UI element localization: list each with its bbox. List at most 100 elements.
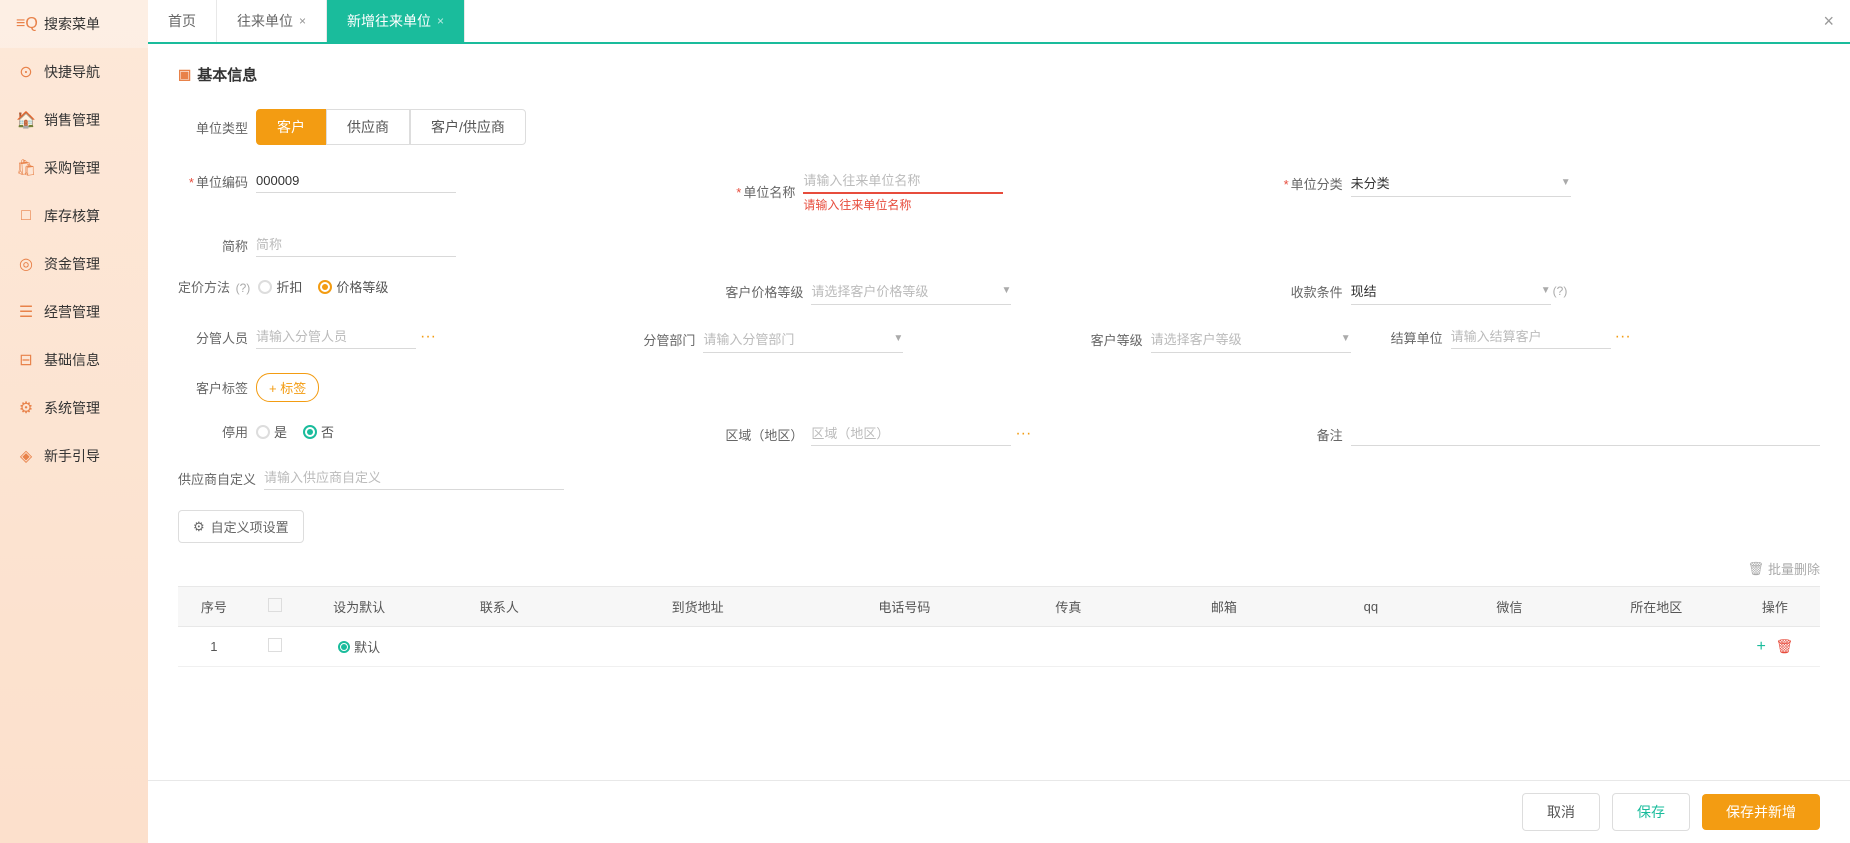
tab-bar: 首页 往来单位 × 新增往来单位 × × bbox=[148, 0, 1850, 44]
save-new-button[interactable]: 保存并新增 bbox=[1702, 794, 1820, 830]
col-default: 设为默认 bbox=[301, 587, 417, 627]
row-delete-button[interactable]: 🗑 bbox=[1775, 638, 1793, 654]
payment-help-icon[interactable]: (?) bbox=[1553, 284, 1568, 298]
tag-label: 客户标签 bbox=[178, 378, 248, 397]
system-icon: ⚙ bbox=[16, 398, 36, 418]
dept-select[interactable]: 请输入分管部门 ▼ bbox=[703, 325, 903, 353]
sidebar-item-system[interactable]: ⚙ 系统管理 bbox=[0, 384, 148, 432]
unit-name-input[interactable] bbox=[803, 169, 1003, 194]
row-email[interactable] bbox=[1142, 627, 1306, 667]
settle-unit-input[interactable] bbox=[1451, 325, 1611, 349]
col-fax: 传真 bbox=[995, 587, 1142, 627]
customer-price-select[interactable]: 请选择客户价格等级 ▼ bbox=[811, 277, 1011, 305]
row-fax[interactable] bbox=[995, 627, 1142, 667]
tab-contacts-close[interactable]: × bbox=[299, 14, 306, 28]
row-add-button[interactable]: + bbox=[1757, 638, 1766, 655]
fax-input[interactable] bbox=[1033, 639, 1103, 654]
disabled-no[interactable]: 否 bbox=[303, 422, 334, 441]
sidebar-item-search[interactable]: ≡Q 搜索菜单 bbox=[0, 0, 148, 48]
quick-nav-icon: ⊙ bbox=[16, 62, 36, 82]
pricing-discount[interactable]: 折扣 bbox=[258, 277, 302, 296]
tab-new-contact[interactable]: 新增往来单位 × bbox=[327, 0, 465, 42]
payment-arrow: ▼ bbox=[1541, 285, 1551, 296]
region-dots[interactable]: ··· bbox=[1011, 425, 1035, 443]
sidebar-item-new-guide-label: 新手引导 bbox=[44, 446, 100, 466]
row-region[interactable] bbox=[1583, 627, 1730, 667]
contact-input[interactable] bbox=[459, 639, 539, 654]
sidebar-item-purchase-label: 采购管理 bbox=[44, 158, 100, 178]
pricing-help-icon[interactable]: (?) bbox=[236, 281, 251, 295]
supplier-custom-input[interactable] bbox=[264, 466, 564, 490]
sidebar-item-sales[interactable]: 🏠 销售管理 bbox=[0, 96, 148, 144]
wechat-input[interactable] bbox=[1474, 639, 1544, 654]
payment-value: 现结 bbox=[1351, 281, 1541, 300]
sidebar-item-finance[interactable]: ◎ 资金管理 bbox=[0, 240, 148, 288]
tab-home[interactable]: 首页 bbox=[148, 0, 217, 42]
sidebar-item-inventory[interactable]: □ 库存核算 bbox=[0, 192, 148, 240]
unit-code-input[interactable] bbox=[256, 169, 456, 193]
sidebar-item-quick-nav[interactable]: ⊙ 快捷导航 bbox=[0, 48, 148, 96]
sidebar-item-operations[interactable]: ☰ 经营管理 bbox=[0, 288, 148, 336]
sidebar-item-quick-nav-label: 快捷导航 bbox=[44, 62, 100, 82]
pricing-discount-radio bbox=[258, 280, 272, 294]
email-input[interactable] bbox=[1184, 639, 1264, 654]
region-input[interactable] bbox=[811, 422, 1011, 446]
add-tag-button[interactable]: + 标签 bbox=[256, 373, 319, 402]
region-input-cell[interactable] bbox=[1621, 639, 1691, 654]
tab-contacts[interactable]: 往来单位 × bbox=[217, 0, 327, 42]
row-phone[interactable] bbox=[814, 627, 995, 667]
manager-label: 分管人员 bbox=[178, 328, 248, 347]
payment-select[interactable]: 现结 ▼ bbox=[1351, 277, 1551, 305]
sidebar-item-purchase[interactable]: 🛍 采购管理 bbox=[0, 144, 148, 192]
select-all-checkbox[interactable] bbox=[268, 598, 282, 612]
payment-label: 收款条件 bbox=[1273, 282, 1343, 301]
type-btn-both[interactable]: 客户/供应商 bbox=[410, 109, 526, 145]
phone-input[interactable] bbox=[859, 639, 949, 654]
settle-unit-dots[interactable]: ··· bbox=[1611, 328, 1635, 346]
window-close-button[interactable]: × bbox=[1807, 0, 1850, 42]
qq-input[interactable] bbox=[1341, 639, 1401, 654]
row-qq[interactable] bbox=[1306, 627, 1436, 667]
row-address[interactable] bbox=[581, 627, 813, 667]
note-label: 备注 bbox=[1273, 425, 1343, 444]
tab-home-label: 首页 bbox=[168, 11, 196, 31]
type-btn-supplier[interactable]: 供应商 bbox=[326, 109, 410, 145]
form-content: ▣ 基本信息 单位类型 客户 供应商 客户/供应商 *单位编码 bbox=[148, 44, 1850, 780]
unit-type-label: 单位类型 bbox=[178, 118, 248, 137]
col-wechat: 微信 bbox=[1436, 587, 1583, 627]
pricing-level[interactable]: 价格等级 bbox=[318, 277, 388, 296]
disabled-yes[interactable]: 是 bbox=[256, 422, 287, 441]
tab-new-contact-close[interactable]: × bbox=[437, 14, 444, 28]
manager-input[interactable] bbox=[256, 325, 416, 349]
customer-level-arrow: ▼ bbox=[1341, 333, 1351, 344]
customer-price-arrow: ▼ bbox=[1001, 285, 1011, 296]
sidebar-item-new-guide[interactable]: ◈ 新手引导 bbox=[0, 432, 148, 480]
col-no: 序号 bbox=[178, 587, 250, 627]
customer-level-label: 客户等级 bbox=[1073, 330, 1143, 349]
customer-level-select[interactable]: 请选择客户等级 ▼ bbox=[1151, 325, 1351, 353]
sidebar-item-basic-info[interactable]: ⊟ 基础信息 bbox=[0, 336, 148, 384]
save-button[interactable]: 保存 bbox=[1612, 793, 1690, 831]
dept-arrow: ▼ bbox=[893, 333, 903, 344]
unit-name-error: 请输入往来单位名称 bbox=[803, 196, 1003, 213]
operations-icon: ☰ bbox=[16, 302, 36, 322]
unit-category-value: 未分类 bbox=[1351, 173, 1561, 192]
type-btn-customer[interactable]: 客户 bbox=[256, 109, 326, 145]
unit-category-select[interactable]: 未分类 ▼ bbox=[1351, 169, 1571, 197]
batch-delete-label[interactable]: 批量删除 bbox=[1768, 559, 1820, 578]
row-checkbox-item[interactable] bbox=[268, 638, 282, 652]
row-wechat[interactable] bbox=[1436, 627, 1583, 667]
address-input[interactable] bbox=[638, 639, 758, 654]
pricing-level-radio bbox=[318, 280, 332, 294]
short-name-input[interactable] bbox=[256, 233, 456, 257]
custom-settings-button[interactable]: ⚙ 自定义项设置 bbox=[178, 510, 304, 543]
manager-dots[interactable]: ··· bbox=[416, 328, 440, 346]
note-input[interactable] bbox=[1351, 422, 1820, 446]
default-radio[interactable] bbox=[338, 641, 350, 653]
disabled-yes-radio bbox=[256, 425, 270, 439]
section-icon: ▣ bbox=[178, 66, 191, 83]
short-name-field: 简称 bbox=[178, 233, 1820, 257]
row-contact[interactable] bbox=[417, 627, 581, 667]
pricing-label: 定价方法 (?) bbox=[178, 277, 250, 296]
cancel-button[interactable]: 取消 bbox=[1522, 793, 1600, 831]
